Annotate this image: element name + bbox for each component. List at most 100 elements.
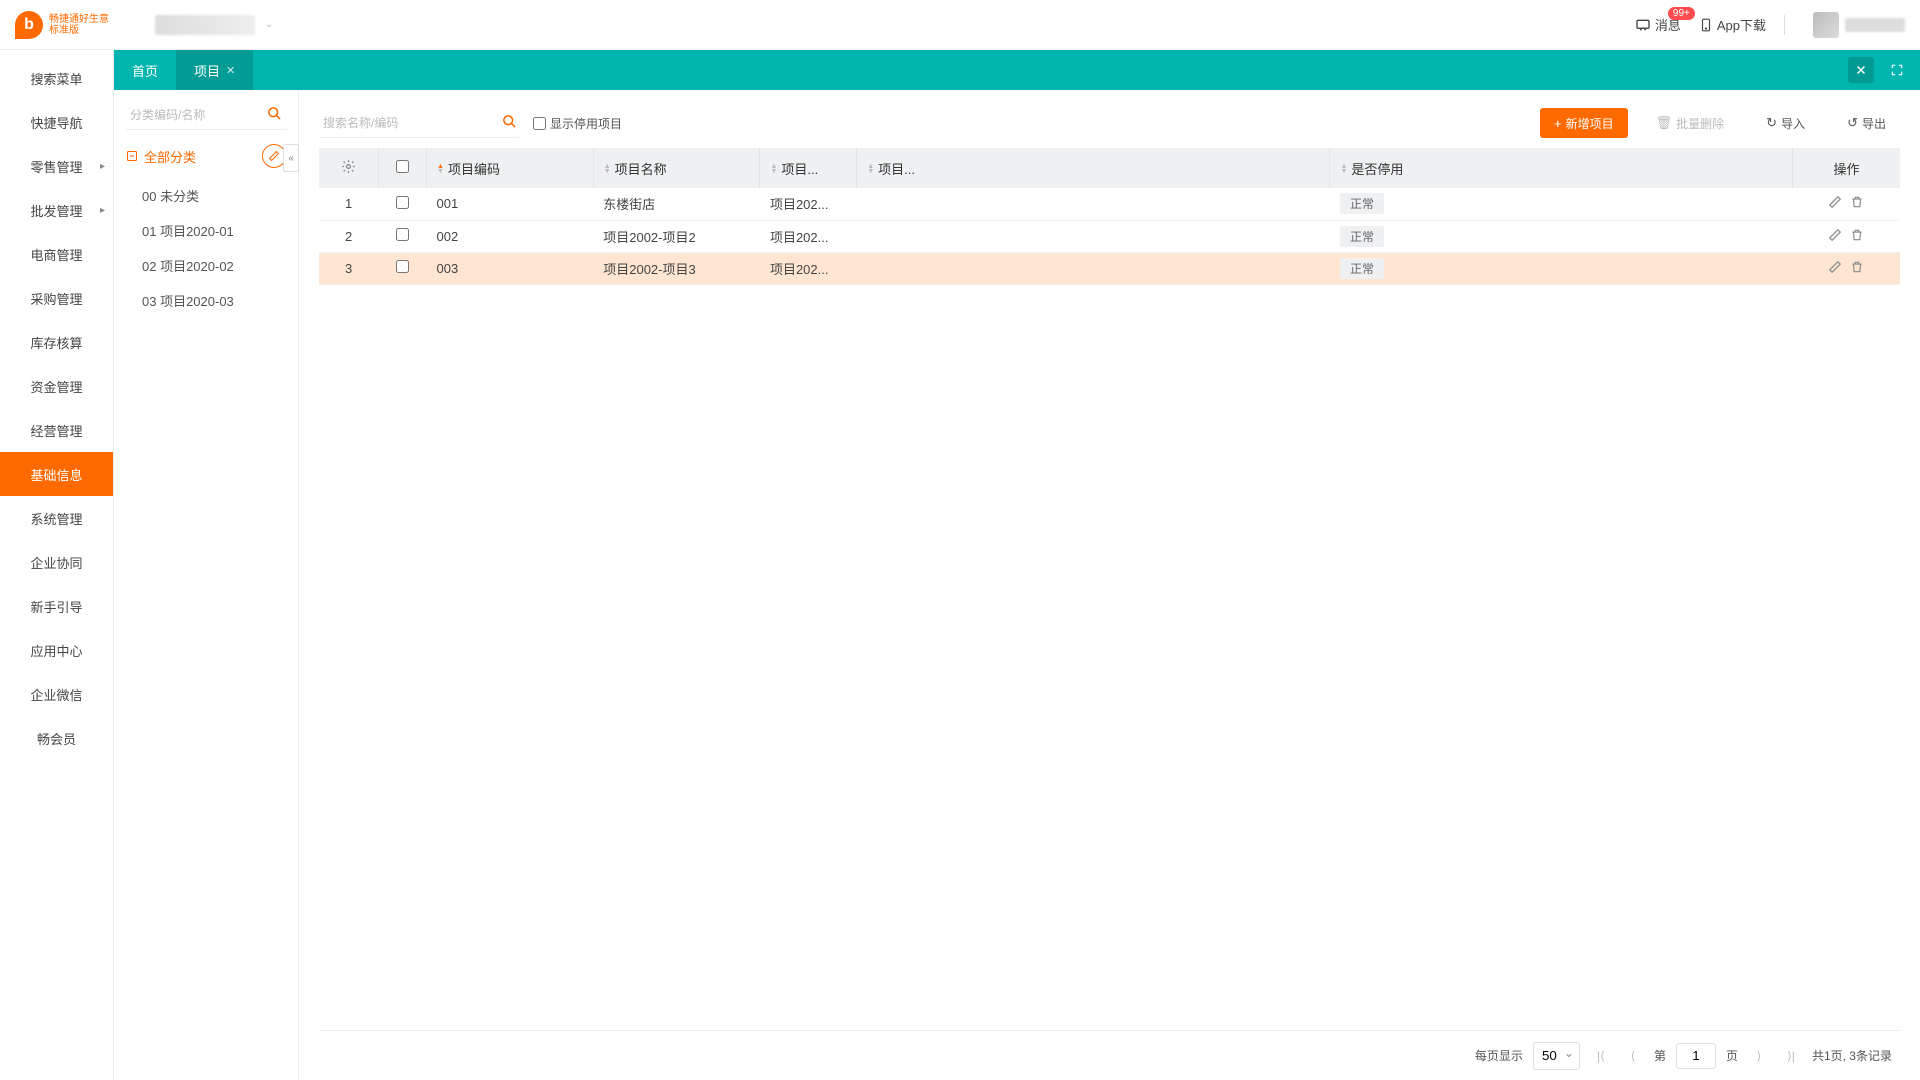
- column-header-status[interactable]: ▲▼是否停用: [1330, 148, 1792, 188]
- row-checkbox-cell[interactable]: [378, 252, 426, 284]
- category-search-input[interactable]: [126, 100, 286, 130]
- header-label: 项目...: [781, 162, 818, 177]
- per-page-select[interactable]: 50: [1533, 1042, 1580, 1070]
- export-button[interactable]: ↺ 导出: [1833, 108, 1900, 138]
- sidebar-item-label: 库存核算: [30, 333, 82, 352]
- status-badge: 正常: [1340, 226, 1384, 247]
- sidebar-item-quicknav[interactable]: 快捷导航: [0, 100, 113, 144]
- fullscreen-button[interactable]: [1884, 57, 1910, 83]
- cell-code: 003: [427, 252, 594, 284]
- table-row[interactable]: 1001东楼街店项目202...正常: [319, 188, 1900, 220]
- sidebar-item-wholesale[interactable]: 批发管理▸: [0, 188, 113, 232]
- sidebar-item-funds[interactable]: 资金管理: [0, 364, 113, 408]
- messages-button[interactable]: 消息 99+: [1635, 15, 1681, 34]
- search-icon[interactable]: [267, 106, 282, 121]
- edit-icon[interactable]: [1828, 230, 1842, 245]
- next-page-button[interactable]: ⟩: [1748, 1045, 1770, 1067]
- column-header-code[interactable]: ▲▼项目编码: [427, 148, 594, 188]
- add-project-button[interactable]: + 新增项目: [1540, 108, 1628, 138]
- sidebar-item-label: 搜索菜单: [30, 69, 82, 88]
- sidebar-item-apps[interactable]: 应用中心: [0, 628, 113, 672]
- sidebar: 搜索菜单 快捷导航 零售管理▸ 批发管理▸ 电商管理 采购管理 库存核算 资金管…: [0, 50, 114, 1080]
- edit-icon[interactable]: [1828, 197, 1842, 212]
- delete-icon[interactable]: [1850, 230, 1864, 245]
- show-disabled-checkbox[interactable]: 显示停用项目: [533, 115, 622, 132]
- cell-status: 正常: [1330, 252, 1792, 284]
- first-page-button[interactable]: |⟨: [1590, 1045, 1612, 1067]
- row-checkbox[interactable]: [396, 228, 409, 241]
- sidebar-item-label: 系统管理: [30, 509, 82, 528]
- batch-delete-button[interactable]: 🗑 批量删除: [1642, 108, 1739, 138]
- app-download-button[interactable]: App下载: [1699, 15, 1766, 34]
- sidebar-item-purchase[interactable]: 采购管理: [0, 276, 113, 320]
- cell-remark: [857, 188, 1330, 220]
- sidebar-item-system[interactable]: 系统管理: [0, 496, 113, 540]
- sidebar-item-label: 采购管理: [30, 289, 82, 308]
- row-checkbox-cell[interactable]: [378, 188, 426, 220]
- category-item[interactable]: 01 项目2020-01: [114, 213, 298, 248]
- column-header-name[interactable]: ▲▼项目名称: [593, 148, 760, 188]
- table-search-input[interactable]: [319, 108, 519, 138]
- last-page-button[interactable]: ⟩|: [1780, 1045, 1802, 1067]
- close-all-tabs-button[interactable]: [1848, 57, 1874, 83]
- edit-icon[interactable]: [1828, 262, 1842, 277]
- sidebar-item-basicinfo[interactable]: 基础信息: [0, 452, 113, 496]
- header-label: 是否停用: [1351, 162, 1403, 177]
- category-root[interactable]: 全部分类: [126, 147, 196, 166]
- close-icon[interactable]: ✕: [226, 64, 235, 77]
- sidebar-item-label: 零售管理: [30, 157, 82, 176]
- settings-column-header[interactable]: [319, 148, 378, 188]
- import-button[interactable]: ↻ 导入: [1752, 108, 1819, 138]
- page-prefix: 第: [1654, 1047, 1666, 1064]
- row-checkbox[interactable]: [396, 196, 409, 209]
- sidebar-item-collab[interactable]: 企业协同: [0, 540, 113, 584]
- sidebar-item-guide[interactable]: 新手引导: [0, 584, 113, 628]
- checkbox-input[interactable]: [533, 117, 546, 130]
- sidebar-item-inventory[interactable]: 库存核算: [0, 320, 113, 364]
- category-item[interactable]: 00 未分类: [114, 178, 298, 213]
- sidebar-item-wechat[interactable]: 企业微信: [0, 672, 113, 716]
- sidebar-item-ecommerce[interactable]: 电商管理: [0, 232, 113, 276]
- logo-mark-icon: b: [15, 11, 43, 39]
- collapse-panel-button[interactable]: «: [283, 144, 299, 172]
- button-label: 导入: [1781, 115, 1805, 132]
- sidebar-item-member[interactable]: 畅会员: [0, 716, 113, 760]
- select-all-checkbox[interactable]: [396, 160, 409, 173]
- delete-icon[interactable]: [1850, 262, 1864, 277]
- category-item[interactable]: 03 项目2020-03: [114, 283, 298, 318]
- column-header-remark[interactable]: ▲▼项目...: [857, 148, 1330, 188]
- app-logo[interactable]: b 畅捷通好生意 标准版: [15, 11, 115, 39]
- row-checkbox-cell[interactable]: [378, 220, 426, 252]
- tab-project[interactable]: 项目 ✕: [176, 50, 253, 90]
- sidebar-item-retail[interactable]: 零售管理▸: [0, 144, 113, 188]
- button-label: 批量删除: [1676, 115, 1724, 132]
- sidebar-item-operations[interactable]: 经营管理: [0, 408, 113, 452]
- per-page-label: 每页显示: [1475, 1047, 1523, 1064]
- select-all-header[interactable]: [378, 148, 426, 188]
- sidebar-item-label: 畅会员: [37, 729, 76, 748]
- cell-cls: 项目202...: [760, 252, 857, 284]
- cell-cls: 项目202...: [760, 220, 857, 252]
- table-row[interactable]: 3003项目2002-项目3项目202...正常: [319, 252, 1900, 284]
- page-input[interactable]: [1676, 1043, 1716, 1069]
- search-icon[interactable]: [502, 114, 517, 129]
- category-panel: 全部分类 00 未分类 01 项目2020-01 02 项目2020-02 03…: [114, 90, 299, 1080]
- table: ▲▼项目编码 ▲▼项目名称 ▲▼项目... ▲▼项目... ▲▼是否停用 操作 …: [319, 148, 1900, 1030]
- prev-page-button[interactable]: ⟨: [1622, 1045, 1644, 1067]
- content-area: 显示停用项目 + 新增项目 🗑 批量删除 ↻ 导入 ↺ 导出: [299, 90, 1920, 1080]
- chevron-down-icon: ⌄: [265, 19, 273, 30]
- checkbox-label: 显示停用项目: [550, 115, 622, 132]
- delete-icon[interactable]: [1850, 197, 1864, 212]
- row-index: 2: [319, 220, 378, 252]
- pagination-summary: 共1页, 3条记录: [1812, 1047, 1892, 1064]
- column-header-op: 操作: [1792, 148, 1900, 188]
- sidebar-item-search[interactable]: 搜索菜单: [0, 56, 113, 100]
- user-menu[interactable]: [1813, 12, 1905, 38]
- category-item[interactable]: 02 项目2020-02: [114, 248, 298, 283]
- sidebar-item-label: 批发管理: [30, 201, 82, 220]
- row-checkbox[interactable]: [396, 260, 409, 273]
- org-picker[interactable]: ⌄: [155, 15, 273, 35]
- tab-home[interactable]: 首页: [114, 50, 176, 90]
- column-header-cls[interactable]: ▲▼项目...: [760, 148, 857, 188]
- table-row[interactable]: 2002项目2002-项目2项目202...正常: [319, 220, 1900, 252]
